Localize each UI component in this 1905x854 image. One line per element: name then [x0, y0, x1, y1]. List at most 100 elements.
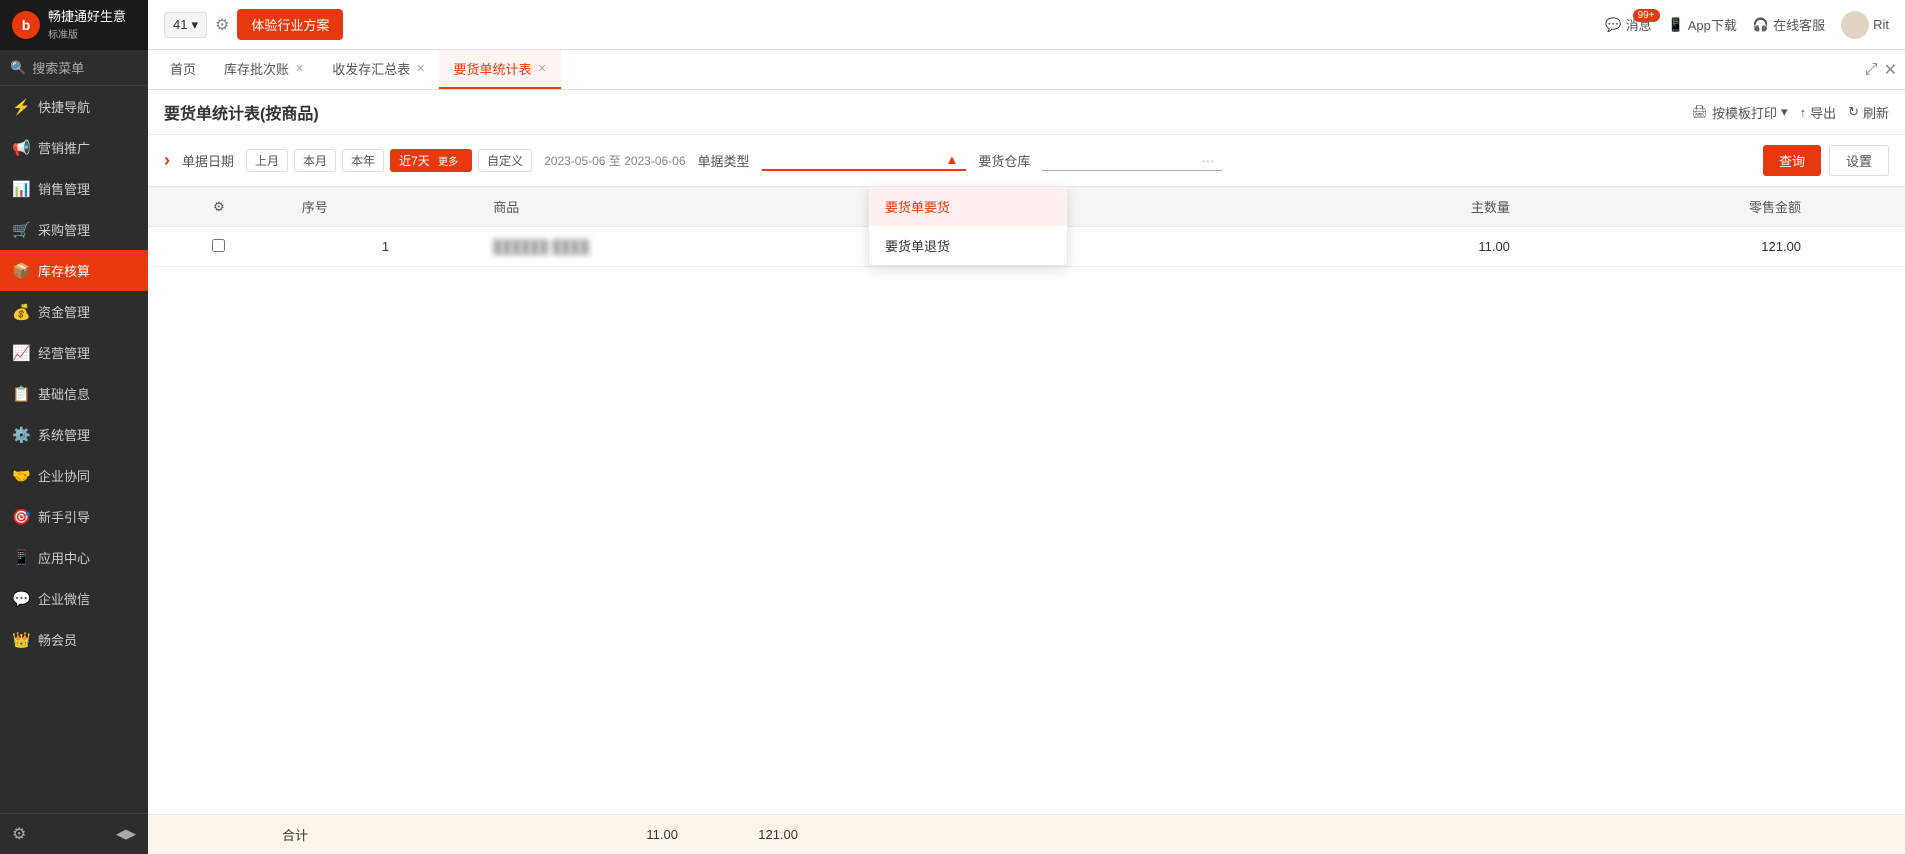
sidebar-item-operations[interactable]: 📈经营管理 — [0, 332, 148, 373]
sidebar-item-inventory[interactable]: 📦库存核算 — [0, 250, 148, 291]
refresh-btn[interactable]: ↻ 刷新 — [1848, 103, 1889, 122]
avatar — [1841, 11, 1869, 39]
print-template-btn[interactable]: 🖨 按模板打印 ▾ — [1692, 103, 1788, 122]
warehouse-more-btn[interactable]: ··· — [1201, 153, 1214, 168]
sidebar-item-sales[interactable]: 📊销售管理 — [0, 168, 148, 209]
sidebar-icon-member: 👑 — [12, 631, 30, 649]
sidebar-nav: ⚡快捷导航📢营销推广📊销售管理 🛒 采购管理 📦库存核算 💰 资金管理 📈经营管理📋基础信息… — [0, 86, 148, 813]
product-name: ██████ ████ — [493, 239, 589, 254]
refresh-icon: ↻ — [1848, 104, 1859, 120]
type-arrow-icon[interactable]: ▲ — [946, 152, 959, 167]
date-btn-last-7-days[interactable]: 近7天 更多 — [390, 149, 472, 172]
sidebar-item-enterprise[interactable]: 🤝 企业协同 — [0, 455, 148, 496]
date-btn-custom[interactable]: 自定义 — [478, 149, 532, 172]
sidebar-footer: ⚙ ◀▶ — [0, 813, 148, 854]
close-window-icon[interactable]: ✕ — [1884, 60, 1897, 80]
type-select-input[interactable] — [770, 152, 946, 167]
tab-requisition-stats[interactable]: 要货单统计表✕ — [439, 50, 560, 89]
sidebar-label-member: 畅会员 — [38, 630, 77, 649]
app-download-item[interactable]: 📱 App下载 — [1668, 15, 1737, 34]
td-qty-0: 11.00 — [1281, 227, 1522, 267]
footer-label: 合计 — [270, 825, 450, 844]
sidebar-item-finance[interactable]: 💰 资金管理 — [0, 291, 148, 332]
sidebar-icon-finance: 💰 — [12, 303, 30, 321]
sidebar-label-enterprise: 企业协同 — [38, 466, 90, 485]
company-select[interactable]: 41 ▾ — [164, 12, 207, 38]
page: 要货单统计表(按商品) 🖨 按模板打印 ▾ ↑ 导出 ↻ 刷新 › — [148, 90, 1905, 854]
sidebar-item-marketing[interactable]: 📢营销推广 — [0, 127, 148, 168]
user-name: Rit — [1873, 17, 1889, 32]
th-extra — [1813, 187, 1905, 227]
maximize-icon[interactable]: ⤢ — [1865, 61, 1878, 79]
sidebar-icon-guide: 🎯 — [12, 508, 30, 526]
sidebar-item-guide[interactable]: 🎯新手引导 — [0, 496, 148, 537]
sidebar-label-operations: 经营管理 — [38, 343, 90, 362]
app-download-label: App下载 — [1688, 15, 1737, 34]
td-extra-0 — [1813, 227, 1905, 267]
tabs-bar: 首页库存批次账✕收发存汇总表✕要货单统计表✕ ⤢ ✕ — [148, 50, 1905, 90]
sidebar-icon-enterprise: 🤝 — [12, 467, 30, 485]
date-btn-this-month[interactable]: 本月 — [294, 149, 336, 172]
footer-qty: 11.00 — [550, 827, 690, 842]
date-btn-last-month[interactable]: 上月 — [246, 149, 288, 172]
td-no-0: 1 — [290, 227, 482, 267]
filter-toggle-btn[interactable]: › — [164, 150, 170, 171]
headset-icon: 🎧 — [1753, 17, 1769, 33]
sidebar-item-appstore[interactable]: 📱应用中心 — [0, 537, 148, 578]
date-label: 单据日期 — [182, 151, 234, 170]
settings-gear-icon[interactable]: ⚙ — [215, 15, 229, 35]
warehouse-label: 要货仓库 — [978, 151, 1030, 170]
tab-receivable-summary[interactable]: 收发存汇总表✕ — [318, 50, 439, 89]
notification-item[interactable]: 💬 消息 99+ — [1605, 15, 1651, 34]
topbar: 41 ▾ ⚙ 体验行业方案 💬 消息 99+ 📱 App下载 🎧 在线客服 — [148, 0, 1905, 50]
tab-close-receivable-summary[interactable]: ✕ — [416, 62, 425, 75]
search-icon: 🔍 — [10, 60, 26, 76]
sidebar-item-wechat[interactable]: 💬企业微信 — [0, 578, 148, 619]
sidebar-item-member[interactable]: 👑 畅会员 — [0, 619, 148, 660]
date-btn-this-year[interactable]: 本年 — [342, 149, 384, 172]
sidebar-search[interactable]: 🔍 搜索菜单 — [0, 50, 148, 86]
sidebar-item-quick-nav[interactable]: ⚡快捷导航 — [0, 86, 148, 127]
page-header: 要货单统计表(按商品) 🖨 按模板打印 ▾ ↑ 导出 ↻ 刷新 — [148, 90, 1905, 135]
date-badge: 更多 — [433, 156, 463, 169]
sidebar-label-finance: 资金管理 — [38, 302, 90, 321]
sidebar-item-purchase[interactable]: 🛒 采购管理 — [0, 209, 148, 250]
sidebar-icon-purchase: 🛒 — [12, 221, 30, 239]
td-check-0[interactable] — [148, 227, 290, 267]
sidebar-item-basic[interactable]: 📋基础信息 — [0, 373, 148, 414]
export-label: 导出 — [1810, 103, 1836, 122]
type-select-box[interactable]: ▲ — [762, 150, 967, 171]
sidebar-icon-system: ⚙️ — [12, 426, 30, 444]
notification-icon: 💬 — [1605, 17, 1621, 33]
main-content: 41 ▾ ⚙ 体验行业方案 💬 消息 99+ 📱 App下载 🎧 在线客服 — [148, 0, 1905, 854]
th-settings[interactable]: ⚙ — [148, 187, 290, 227]
app-download-icon: 📱 — [1668, 17, 1684, 33]
collapse-icon[interactable]: ◀▶ — [116, 826, 136, 842]
user-avatar-item[interactable]: Rit — [1841, 11, 1889, 39]
sidebar-label-purchase: 采购管理 — [38, 220, 90, 239]
export-btn[interactable]: ↑ 导出 — [1800, 103, 1837, 122]
tab-close-requisition-stats[interactable]: ✕ — [538, 62, 547, 75]
notification-badge: 99+ — [1633, 9, 1660, 22]
print-icon: 🖨 — [1692, 104, 1709, 120]
sidebar-logo: b 畅捷通好生意 标准版 — [0, 0, 148, 50]
online-service-item[interactable]: 🎧 在线客服 — [1753, 15, 1825, 34]
trial-button[interactable]: 体验行业方案 — [237, 9, 343, 40]
sidebar-label-appstore: 应用中心 — [38, 548, 90, 567]
filter-buttons: 查询 设置 — [1763, 145, 1889, 176]
tab-close-inventory-batch[interactable]: ✕ — [295, 62, 304, 75]
tab-home[interactable]: 首页 — [156, 50, 210, 89]
dropdown-item-requisition-order[interactable]: 要货单要货 — [869, 187, 1067, 226]
sidebar-item-system[interactable]: ⚙️系统管理 — [0, 414, 148, 455]
th-no: 序号 — [290, 187, 482, 227]
tab-inventory-batch[interactable]: 库存批次账✕ — [210, 50, 318, 89]
filter-settings-button[interactable]: 设置 — [1829, 145, 1889, 176]
dropdown-item-requisition-return[interactable]: 要货单退货 — [869, 226, 1067, 265]
warehouse-select[interactable]: ··· — [1042, 151, 1222, 171]
settings-icon[interactable]: ⚙ — [12, 824, 26, 844]
query-button[interactable]: 查询 — [1763, 145, 1821, 176]
sidebar: b 畅捷通好生意 标准版 🔍 搜索菜单 ⚡快捷导航📢营销推广📊销售管理 🛒 采购管理… — [0, 0, 148, 854]
type-label: 单据类型 — [698, 151, 750, 170]
export-icon: ↑ — [1800, 105, 1807, 120]
print-label: 按模板打印 — [1712, 103, 1777, 122]
